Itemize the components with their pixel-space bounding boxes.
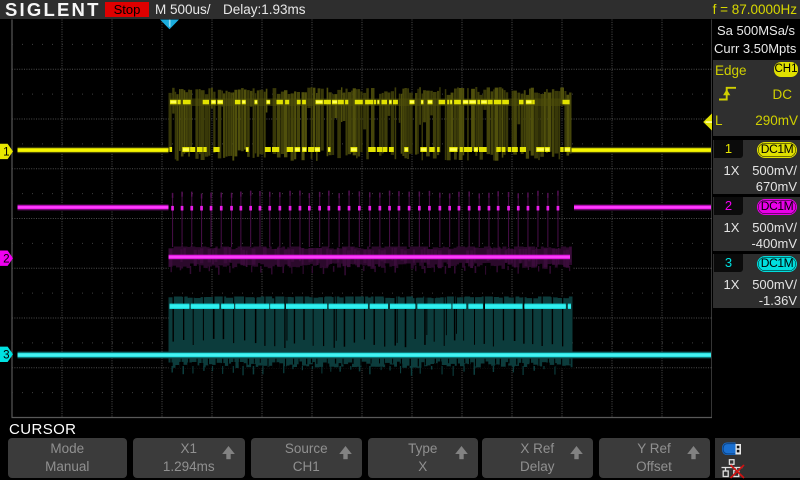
svg-text:1: 1 bbox=[3, 146, 9, 159]
svg-text:3: 3 bbox=[3, 349, 9, 362]
svg-text:2: 2 bbox=[3, 253, 9, 266]
